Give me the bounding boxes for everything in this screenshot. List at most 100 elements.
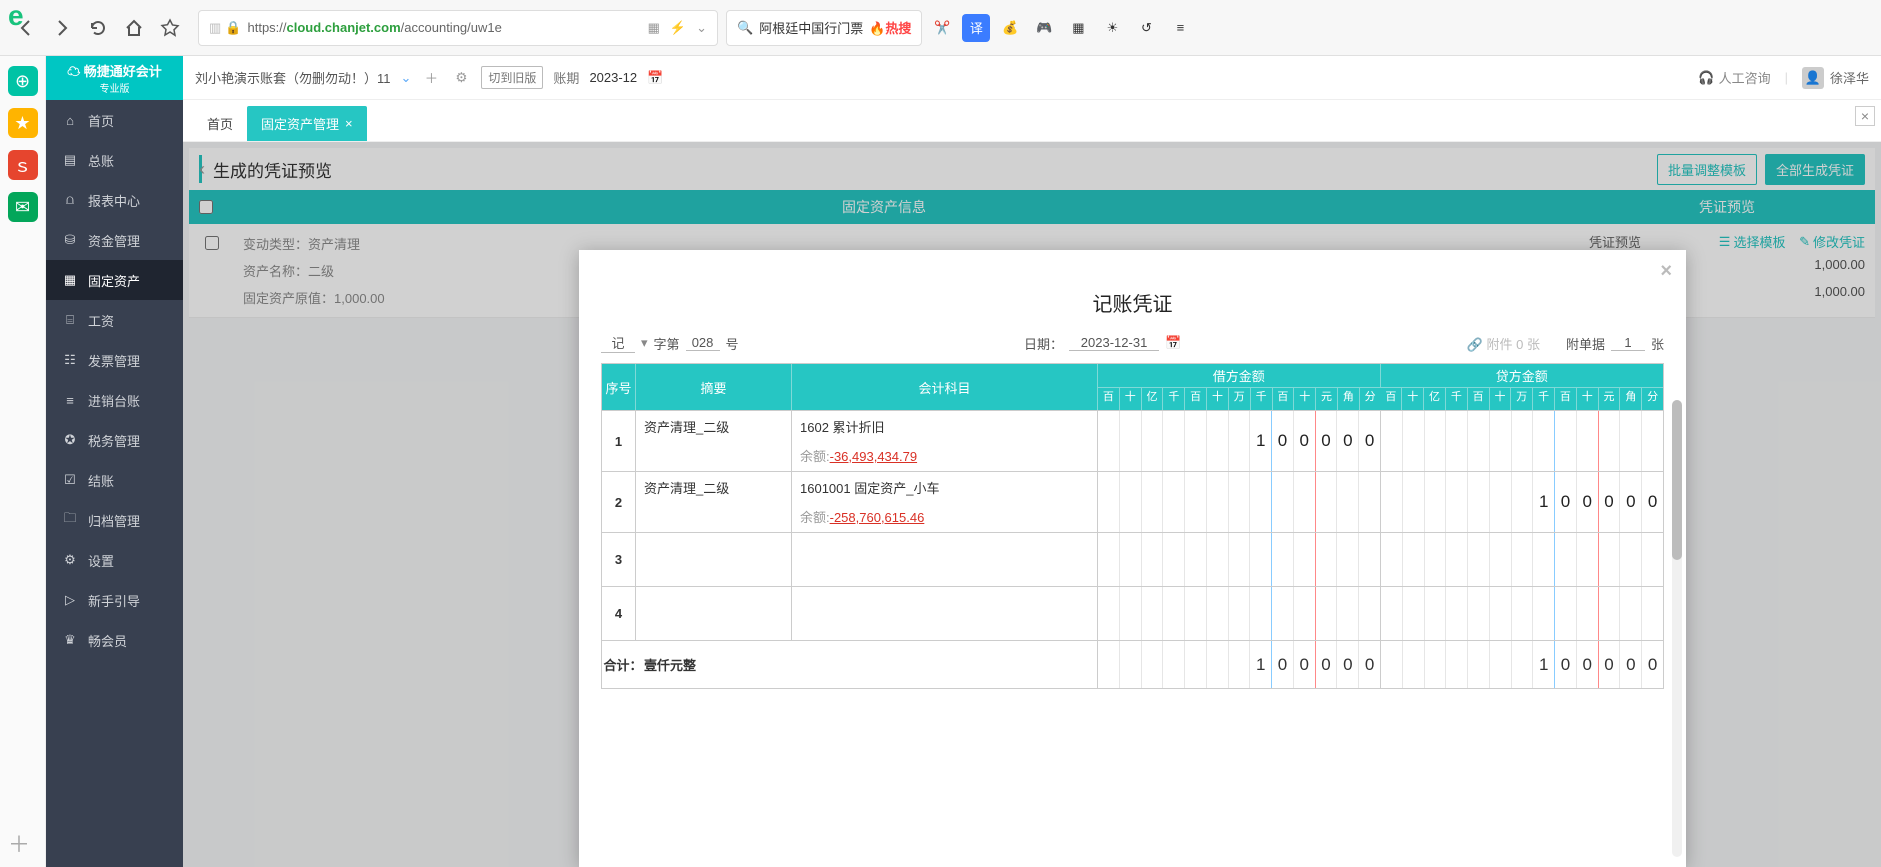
row-credit[interactable]: 100000: [1381, 472, 1663, 532]
translate-icon[interactable]: 译: [962, 14, 990, 42]
row-summary[interactable]: 资产清理_二级: [636, 472, 792, 532]
slip-count[interactable]: 1: [1611, 335, 1645, 351]
sidebar-item-5[interactable]: ⌸工资: [46, 300, 183, 340]
sidebar-item-0[interactable]: ⌂首页: [46, 100, 183, 140]
sidebar-item-6[interactable]: ☷发票管理: [46, 340, 183, 380]
nav-icon: ⌂: [62, 113, 78, 128]
nav-label: 进销台账: [88, 391, 140, 410]
tab-home[interactable]: 首页: [193, 106, 247, 141]
row-index: 2: [602, 472, 636, 532]
restore-icon[interactable]: ↺: [1132, 14, 1160, 42]
row-summary[interactable]: [636, 587, 792, 640]
chevron-down-icon[interactable]: ⌄: [696, 20, 707, 36]
browser-search[interactable]: 🔍 阿根廷中国行门票 🔥热搜: [726, 10, 922, 46]
calendar-icon[interactable]: 📅: [647, 70, 663, 86]
row-credit[interactable]: [1381, 533, 1663, 586]
th-credit: 贷方金额: [1381, 364, 1664, 388]
row-debit[interactable]: 100000: [1098, 411, 1381, 471]
voucher-modal: × 记账凭证 记 ▾ 字第 028 号 日期： 2023-12-31 📅 🔗 附…: [579, 250, 1686, 867]
grid-icon[interactable]: ▦: [1064, 14, 1092, 42]
qr-icon[interactable]: ▦: [648, 20, 660, 36]
sidebar-item-11[interactable]: ⚙设置: [46, 540, 183, 580]
menu-icon[interactable]: ≡: [1166, 14, 1194, 42]
brightness-icon[interactable]: ☀: [1098, 14, 1126, 42]
row-subject[interactable]: [792, 533, 1098, 586]
nav-label: 新手引导: [88, 591, 140, 610]
voucher-row[interactable]: 3: [602, 532, 1663, 586]
voucher-row[interactable]: 1资产清理_二级1602 累计折旧余额:-36,493,434.79100000: [602, 410, 1663, 471]
project-name: 刘小艳演示账套（勿删勿动！）11: [195, 68, 391, 87]
row-subject[interactable]: 1602 累计折旧余额:-36,493,434.79: [792, 411, 1098, 471]
voucher-word[interactable]: 记: [601, 333, 635, 353]
reload-button[interactable]: [80, 10, 116, 46]
sidebar-item-9[interactable]: ☑结账: [46, 460, 183, 500]
sidebar-item-10[interactable]: 🗀归档管理: [46, 500, 183, 540]
wallet-icon[interactable]: 💰: [996, 14, 1024, 42]
calendar-icon[interactable]: 📅: [1165, 335, 1181, 351]
sidebar-item-2[interactable]: ⩍ 报表中心: [46, 180, 183, 220]
row-index: 4: [602, 587, 636, 640]
nav-icon: ⩍: [62, 192, 78, 208]
project-dropdown[interactable]: ⌄: [401, 70, 412, 86]
bolt-icon[interactable]: ⚡: [670, 20, 686, 36]
row-debit[interactable]: [1098, 472, 1381, 532]
dock-app-2[interactable]: ★: [8, 108, 38, 138]
row-credit[interactable]: [1381, 411, 1663, 471]
row-subject[interactable]: [792, 587, 1098, 640]
dock-add[interactable]: ＋: [8, 827, 30, 859]
row-debit[interactable]: [1098, 587, 1381, 640]
voucher-row[interactable]: 2资产清理_二级1601001 固定资产_小车余额:-258,760,615.4…: [602, 471, 1663, 532]
sidebar-item-8[interactable]: ✪税务管理: [46, 420, 183, 460]
user-menu[interactable]: 👤徐泽华: [1802, 67, 1869, 89]
game-icon[interactable]: 🎮: [1030, 14, 1058, 42]
dock-app-1[interactable]: ⊕: [8, 66, 38, 96]
tab-fixed-assets[interactable]: 固定资产管理×: [247, 106, 367, 141]
attach-link[interactable]: 🔗 附件 0 张: [1467, 334, 1540, 353]
dock-app-3[interactable]: ｓ: [8, 150, 38, 180]
forward-button[interactable]: [44, 10, 80, 46]
row-summary[interactable]: 资产清理_二级: [636, 411, 792, 471]
row-subject[interactable]: 1601001 固定资产_小车余额:-258,760,615.46: [792, 472, 1098, 532]
tab-close-icon[interactable]: ×: [345, 116, 353, 131]
add-project-button[interactable]: ＋: [421, 68, 441, 88]
nav-icon: ✪: [62, 432, 78, 448]
app-frame: ☁ 畅捷通好会计 专业版 ⌂首页▤总账⩍报表中心⛁资金管理▦固定资产⌸工资☷发票…: [46, 56, 1881, 867]
modal-scrollbar[interactable]: [1672, 400, 1682, 857]
sidebar-item-12[interactable]: ▷新手引导: [46, 580, 183, 620]
home-button[interactable]: [116, 10, 152, 46]
nav-icon: ▤: [62, 152, 78, 168]
settings-button[interactable]: ⚙: [451, 68, 471, 88]
topbar: 刘小艳演示账套（勿删勿动！）11 ⌄ ＋ ⚙ 切到旧版 账期 2023-12 📅…: [183, 56, 1881, 100]
voucher-row[interactable]: 4: [602, 586, 1663, 640]
dock-app-4[interactable]: ✉: [8, 192, 38, 222]
th-index: 序号: [602, 364, 636, 410]
lock-icon: 🔒: [225, 20, 241, 36]
browser-toolbar: ▥ 🔒 https://cloud.chanjet.com/accounting…: [0, 0, 1881, 56]
help-link[interactable]: 🎧人工咨询: [1698, 68, 1770, 87]
date-value[interactable]: 2023-12-31: [1069, 335, 1159, 351]
address-bar[interactable]: ▥ 🔒 https://cloud.chanjet.com/accounting…: [198, 10, 718, 46]
brand: ☁ 畅捷通好会计 专业版: [46, 56, 183, 100]
search-icon: 🔍: [737, 20, 753, 36]
row-debit[interactable]: [1098, 533, 1381, 586]
row-credit[interactable]: [1381, 587, 1663, 640]
voucher-number[interactable]: 028: [686, 335, 720, 351]
sidebar-item-4[interactable]: ▦固定资产: [46, 260, 183, 300]
switch-old-button[interactable]: 切到旧版: [481, 66, 543, 89]
sidebar-item-3[interactable]: ⛁资金管理: [46, 220, 183, 260]
row-index: 1: [602, 411, 636, 471]
sidebar-item-7[interactable]: ≡进销台账: [46, 380, 183, 420]
window-close-button[interactable]: ×: [1855, 106, 1875, 126]
shield-icon: ▥: [209, 20, 221, 36]
scrollbar-thumb[interactable]: [1672, 400, 1682, 560]
nav-label: 发票管理: [88, 351, 140, 370]
favorite-button[interactable]: [152, 10, 188, 46]
nav-label: 报表中心: [88, 191, 140, 210]
sidebar-item-1[interactable]: ▤总账: [46, 140, 183, 180]
chevron-down-icon[interactable]: ▾: [641, 335, 648, 351]
modal-close-button[interactable]: ×: [1660, 260, 1672, 283]
row-summary[interactable]: [636, 533, 792, 586]
scissors-icon[interactable]: ✂️: [928, 14, 956, 42]
headset-icon: 🎧: [1698, 70, 1714, 86]
sidebar-item-13[interactable]: ♛畅会员: [46, 620, 183, 660]
